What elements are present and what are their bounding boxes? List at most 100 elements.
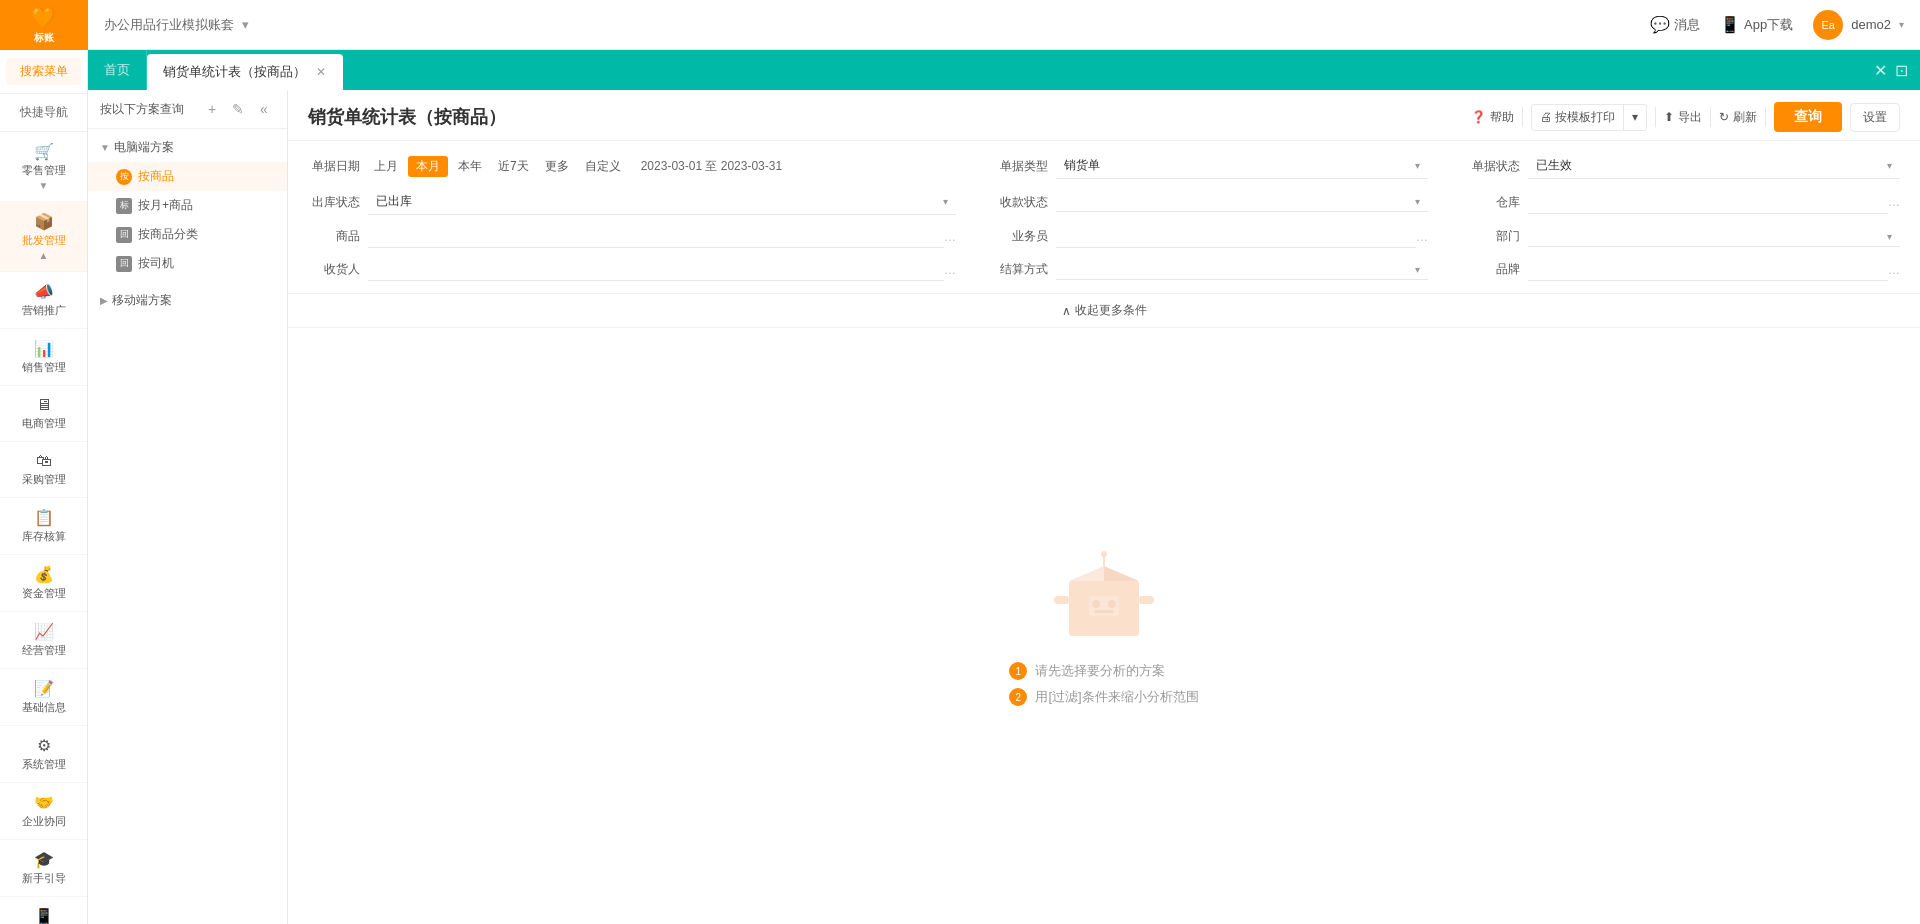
tip1-number: 1 [1009, 662, 1027, 680]
tab-sales-stat[interactable]: 销货单统计表（按商品） ✕ [147, 54, 343, 90]
filter-row-1: 单据日期 上月 本月 本年 近7天 更多 自定义 2023-03-01 至 20… [308, 153, 1900, 179]
empty-tips: 1 请先选择要分析的方案 2 用[过滤]条件来缩小分析范围 [1009, 662, 1198, 706]
collapse-row: ∧ 收起更多条件 [288, 294, 1920, 328]
logo-text: 标账 [34, 31, 54, 45]
sidebar-item-sales-mgmt[interactable]: 📊 销售管理 [0, 329, 87, 386]
brand-ellipsis[interactable]: … [1888, 263, 1900, 277]
filter-doc-type: 单据类型 销货单 ▾ [996, 153, 1428, 179]
svg-rect-10 [1139, 596, 1154, 604]
sidebar-item-ecommerce[interactable]: 🖥 电商管理 [0, 386, 87, 442]
salesperson-ellipsis[interactable]: … [1416, 230, 1428, 244]
mobile-section-label: 移动端方案 [112, 292, 172, 309]
tab-home-label: 首页 [104, 61, 130, 79]
wholesale-icon: 📦 [34, 212, 54, 231]
svg-rect-9 [1054, 596, 1069, 604]
sidebar-item-system[interactable]: ⚙ 系统管理 [0, 726, 87, 783]
sidebar-item-retail[interactable]: 🛒 零售管理 ▼ [0, 132, 87, 202]
tip2-text: 用[过滤]条件来缩小分析范围 [1035, 688, 1198, 706]
scheme-collapse-button[interactable]: « [253, 98, 275, 120]
scheme-section-desktop-toggle[interactable]: ▼ 电脑端方案 [88, 133, 287, 162]
avatar-letter: Ea [1822, 19, 1835, 31]
scheme-item-by-product[interactable]: 按 按商品 [88, 162, 287, 191]
department-select[interactable]: ▾ [1528, 227, 1900, 247]
divider3 [1710, 107, 1711, 127]
receiver-input[interactable] [368, 258, 944, 281]
industry-dropdown-icon[interactable]: ▾ [242, 17, 249, 32]
sidebar-item-newbie[interactable]: 🎓 新手引导 [0, 840, 87, 897]
message-button[interactable]: 💬 消息 [1650, 15, 1700, 34]
date-7days-btn[interactable]: 近7天 [492, 156, 535, 177]
tab-minimize-button[interactable]: ✕ [1874, 61, 1887, 80]
date-current-month-btn[interactable]: 本月 [408, 156, 448, 177]
user-name: demo2 [1851, 17, 1891, 32]
filter-payment: 结算方式 ▾ [996, 260, 1428, 280]
date-custom-btn[interactable]: 自定义 [579, 156, 627, 177]
scheme-edit-button[interactable]: ✎ [227, 98, 249, 120]
product-input[interactable] [368, 225, 944, 248]
scheme-panel: 按以下方案查询 + ✎ « ▼ 电脑端方案 按 按商品 标 [88, 90, 288, 924]
department-label: 部门 [1468, 228, 1520, 245]
sidebar-item-enterprise[interactable]: 🤝 企业协同 [0, 783, 87, 840]
print-dropdown-button[interactable]: ▾ [1624, 106, 1646, 128]
receiver-ellipsis[interactable]: … [944, 263, 956, 277]
quick-nav-button[interactable]: 快捷导航 [0, 98, 88, 127]
app-download-button[interactable]: 📱 App下载 [1720, 15, 1793, 34]
doc-type-select[interactable]: 销货单 ▾ [1056, 153, 1428, 179]
search-menu-button[interactable]: 搜索菜单 [6, 58, 81, 85]
filter-salesperson: 业务员 … [996, 225, 1428, 248]
export-button[interactable]: ⬆ 导出 [1664, 109, 1702, 126]
user-profile-button[interactable]: Ea demo2 ▾ [1813, 10, 1904, 40]
scheme-add-button[interactable]: + [201, 98, 223, 120]
tab-close-icon[interactable]: ✕ [316, 65, 326, 79]
svg-point-8 [1101, 551, 1107, 557]
sidebar-item-marketing[interactable]: 📣 营销推广 [0, 272, 87, 329]
receipt-status-select[interactable]: ▾ [1056, 192, 1428, 212]
product-ellipsis[interactable]: … [944, 230, 956, 244]
tab-home[interactable]: 首页 [88, 50, 147, 90]
warehouse-ellipsis[interactable]: … [1888, 195, 1900, 209]
doc-status-select[interactable]: 已生效 ▾ [1528, 153, 1900, 179]
tip1-text: 请先选择要分析的方案 [1035, 662, 1165, 680]
collapse-conditions-button[interactable]: ∧ 收起更多条件 [1062, 302, 1147, 319]
print-button[interactable]: 🖨 按模板打印 [1532, 105, 1623, 130]
svg-marker-1 [1069, 566, 1104, 581]
tab-restore-button[interactable]: ⊡ [1895, 61, 1908, 80]
message-label: 消息 [1674, 16, 1700, 34]
help-button[interactable]: ❓ 帮助 [1471, 109, 1514, 126]
date-prev-month-btn[interactable]: 上月 [368, 156, 404, 177]
product-label: 商品 [308, 228, 360, 245]
date-current-year-btn[interactable]: 本年 [452, 156, 488, 177]
purchase-icon: 🛍 [36, 452, 52, 470]
warehouse-input[interactable] [1528, 191, 1888, 214]
page-title-right-group: ❓ 帮助 🖨 按模板打印 ▾ [1471, 102, 1900, 132]
scheme-section-mobile-toggle[interactable]: ▶ 移动端方案 [88, 286, 287, 315]
payment-select[interactable]: ▾ [1056, 260, 1428, 280]
salesperson-input[interactable] [1056, 225, 1416, 248]
date-more-btn[interactable]: 更多 [539, 156, 575, 177]
filter-department: 部门 ▾ [1468, 227, 1900, 247]
main-area: 办公用品行业模拟账套 ▾ 💬 消息 📱 App下载 Ea demo2 ▾ 首 [88, 0, 1920, 924]
sidebar-item-app-center[interactable]: 📱 应用中心 [0, 897, 87, 924]
print-dropdown-icon: ▾ [1632, 110, 1638, 124]
sidebar-item-basic-info[interactable]: 📝 基础信息 [0, 669, 87, 726]
marketing-icon: 📣 [34, 282, 54, 301]
brand-input[interactable] [1528, 258, 1888, 281]
sidebar-item-inventory[interactable]: 📋 库存核算 [0, 498, 87, 555]
sidebar-item-purchase[interactable]: 🛍 采购管理 [0, 442, 87, 498]
sidebar-item-operation[interactable]: 📈 经营管理 [0, 612, 87, 669]
settings-button[interactable]: 设置 [1850, 103, 1900, 132]
date-filter: 上月 本月 本年 近7天 更多 自定义 2023-03-01 至 2023-03… [368, 156, 956, 177]
scheme-item-by-supplier[interactable]: 回 按司机 [88, 249, 287, 278]
query-button[interactable]: 查询 [1774, 102, 1842, 132]
sidebar-item-finance[interactable]: 💰 资金管理 [0, 555, 87, 612]
collapse-label: 收起更多条件 [1075, 302, 1147, 319]
scheme-header-label: 按以下方案查询 [100, 101, 184, 118]
scheme-header-actions: + ✎ « [201, 98, 275, 120]
scheme-item-by-product-cat[interactable]: 回 按商品分类 [88, 220, 287, 249]
out-status-select[interactable]: 已出库 ▾ [368, 189, 956, 215]
receipt-status-arrow-icon: ▾ [1415, 196, 1420, 207]
sidebar-item-wholesale[interactable]: 📦 批发管理 ▲ [0, 202, 87, 272]
app-download-label: App下载 [1744, 16, 1793, 34]
refresh-button[interactable]: ↻ 刷新 [1719, 109, 1757, 126]
scheme-item-by-month-product[interactable]: 标 按月+商品 [88, 191, 287, 220]
